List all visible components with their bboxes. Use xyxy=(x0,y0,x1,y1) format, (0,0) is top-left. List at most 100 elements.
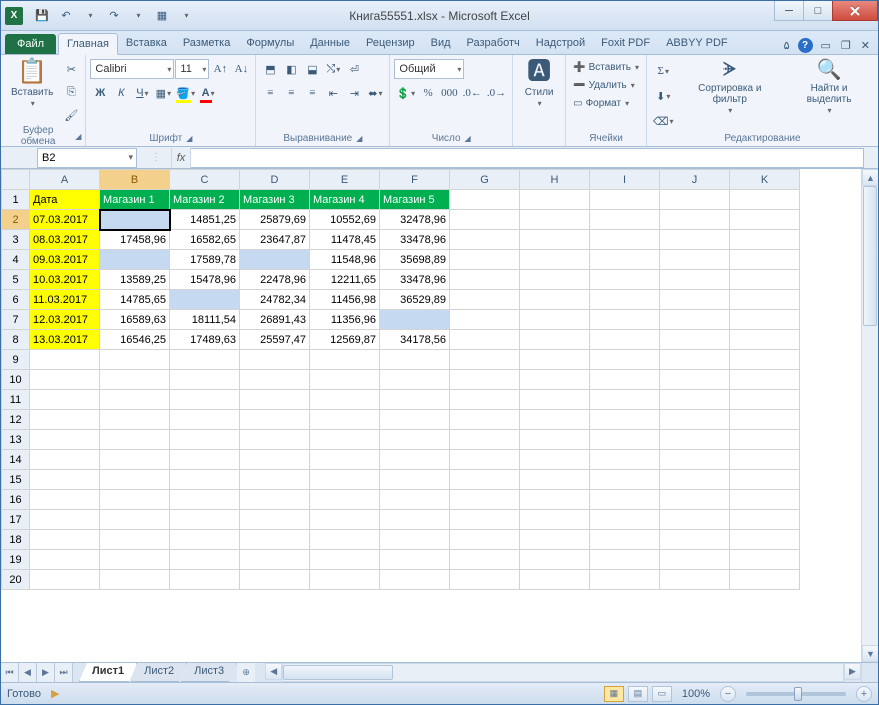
cell-I15[interactable] xyxy=(590,470,660,490)
redo-icon[interactable]: ↷ xyxy=(103,5,125,27)
cell-F3[interactable]: 33478,96 xyxy=(380,230,450,250)
row-header-17[interactable]: 17 xyxy=(2,510,30,530)
cell-G17[interactable] xyxy=(450,510,520,530)
cell-A19[interactable] xyxy=(30,550,100,570)
cell-B7[interactable]: 16589,63 xyxy=(100,310,170,330)
tab-abbyy-pdf[interactable]: ABBYY PDF xyxy=(658,33,736,54)
new-icon[interactable]: ▦ xyxy=(151,5,173,27)
col-header-C[interactable]: C xyxy=(170,170,240,190)
cell-K4[interactable] xyxy=(730,250,800,270)
cell-B16[interactable] xyxy=(100,490,170,510)
cell-E10[interactable] xyxy=(310,370,380,390)
spreadsheet-grid[interactable]: ABCDEFGHIJK 1ДатаМагазин 1Магазин 2Магаз… xyxy=(1,169,800,590)
tab-данные[interactable]: Данные xyxy=(302,33,358,54)
border-icon[interactable]: ▦▾ xyxy=(153,83,173,103)
cell-E9[interactable] xyxy=(310,350,380,370)
cell-E18[interactable] xyxy=(310,530,380,550)
macro-record-icon[interactable]: ▶ xyxy=(51,687,59,700)
scroll-up-icon[interactable]: ▲ xyxy=(862,169,878,186)
cell-A9[interactable] xyxy=(30,350,100,370)
cell-E7[interactable]: 11356,96 xyxy=(310,310,380,330)
cell-J16[interactable] xyxy=(660,490,730,510)
cell-I12[interactable] xyxy=(590,410,660,430)
cell-G13[interactable] xyxy=(450,430,520,450)
cell-B20[interactable] xyxy=(100,570,170,590)
cell-K7[interactable] xyxy=(730,310,800,330)
fill-icon[interactable]: ⬇▾ xyxy=(651,86,676,106)
cell-F17[interactable] xyxy=(380,510,450,530)
percent-icon[interactable]: % xyxy=(418,83,438,103)
cell-D1[interactable]: Магазин 3 xyxy=(240,190,310,210)
cell-J4[interactable] xyxy=(660,250,730,270)
cell-B12[interactable] xyxy=(100,410,170,430)
redo-dropdown-icon[interactable]: ▾ xyxy=(127,5,149,27)
fx-button[interactable]: fx xyxy=(171,148,191,168)
increase-indent-icon[interactable]: ⇥ xyxy=(344,83,364,103)
cell-H5[interactable] xyxy=(520,270,590,290)
cell-G10[interactable] xyxy=(450,370,520,390)
cell-E3[interactable]: 11478,45 xyxy=(310,230,380,250)
number-launcher-icon[interactable]: ◢ xyxy=(465,134,471,143)
delete-cells-button[interactable]: ➖Удалить▾ xyxy=(570,79,642,92)
col-header-G[interactable]: G xyxy=(450,170,520,190)
cell-B6[interactable]: 14785,65 xyxy=(100,290,170,310)
scroll-right-icon[interactable]: ▶ xyxy=(844,663,861,680)
cell-I16[interactable] xyxy=(590,490,660,510)
cell-G20[interactable] xyxy=(450,570,520,590)
orientation-icon[interactable]: ⤭▾ xyxy=(323,59,343,79)
cell-A12[interactable] xyxy=(30,410,100,430)
window-restore-icon[interactable]: ❐ xyxy=(839,37,853,54)
row-header-13[interactable]: 13 xyxy=(2,430,30,450)
cell-C14[interactable] xyxy=(170,450,240,470)
cell-G3[interactable] xyxy=(450,230,520,250)
cell-K19[interactable] xyxy=(730,550,800,570)
increase-font-icon[interactable]: A↑ xyxy=(210,59,230,79)
cell-D7[interactable]: 26891,43 xyxy=(240,310,310,330)
increase-decimal-icon[interactable]: .0← xyxy=(461,83,484,103)
cell-E14[interactable] xyxy=(310,450,380,470)
normal-view-icon[interactable]: ▦ xyxy=(604,686,624,702)
cell-F7[interactable] xyxy=(380,310,450,330)
col-header-H[interactable]: H xyxy=(520,170,590,190)
cell-D19[interactable] xyxy=(240,550,310,570)
cell-D5[interactable]: 22478,96 xyxy=(240,270,310,290)
row-header-8[interactable]: 8 xyxy=(2,330,30,350)
decrease-indent-icon[interactable]: ⇤ xyxy=(323,83,343,103)
sort-filter-button[interactable]: ᗚ Сортировка и фильтр▾ xyxy=(678,57,783,118)
cell-H20[interactable] xyxy=(520,570,590,590)
decrease-decimal-icon[interactable]: .0→ xyxy=(485,83,508,103)
align-center-icon[interactable]: ≡ xyxy=(281,83,301,103)
col-header-E[interactable]: E xyxy=(310,170,380,190)
tab-prev-icon[interactable]: ◀ xyxy=(19,663,37,682)
col-header-F[interactable]: F xyxy=(380,170,450,190)
cell-C20[interactable] xyxy=(170,570,240,590)
cell-J6[interactable] xyxy=(660,290,730,310)
qat-customize-icon[interactable]: ▾ xyxy=(175,5,197,27)
cell-D4[interactable] xyxy=(240,250,310,270)
cell-I9[interactable] xyxy=(590,350,660,370)
cell-C7[interactable]: 18111,54 xyxy=(170,310,240,330)
cell-H16[interactable] xyxy=(520,490,590,510)
row-header-7[interactable]: 7 xyxy=(2,310,30,330)
cell-D8[interactable]: 25597,47 xyxy=(240,330,310,350)
undo-dropdown-icon[interactable]: ▾ xyxy=(79,5,101,27)
minimize-button[interactable]: ─ xyxy=(774,1,804,21)
tab-формулы[interactable]: Формулы xyxy=(238,33,302,54)
cell-G8[interactable] xyxy=(450,330,520,350)
cell-I3[interactable] xyxy=(590,230,660,250)
cell-I1[interactable] xyxy=(590,190,660,210)
row-header-9[interactable]: 9 xyxy=(2,350,30,370)
zoom-out-icon[interactable]: − xyxy=(720,686,736,702)
cell-A11[interactable] xyxy=(30,390,100,410)
cell-J1[interactable] xyxy=(660,190,730,210)
cell-B10[interactable] xyxy=(100,370,170,390)
cell-I10[interactable] xyxy=(590,370,660,390)
row-header-4[interactable]: 4 xyxy=(2,250,30,270)
currency-icon[interactable]: 💲▾ xyxy=(394,83,417,103)
cell-J15[interactable] xyxy=(660,470,730,490)
cell-F9[interactable] xyxy=(380,350,450,370)
cell-C1[interactable]: Магазин 2 xyxy=(170,190,240,210)
cell-A2[interactable]: 07.03.2017 xyxy=(30,210,100,230)
cell-E6[interactable]: 11456,98 xyxy=(310,290,380,310)
cell-C10[interactable] xyxy=(170,370,240,390)
